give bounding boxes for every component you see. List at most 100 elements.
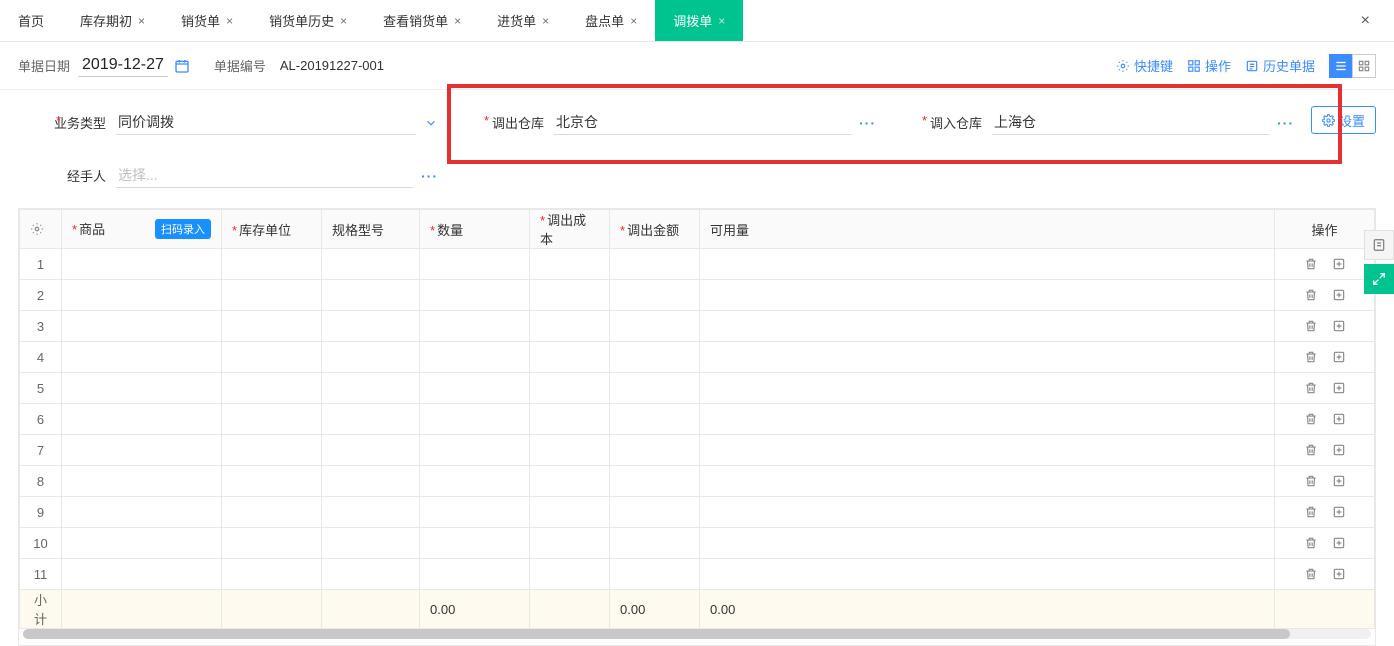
table-row[interactable]: 7 [20, 435, 1375, 466]
row-number: 8 [20, 466, 62, 497]
row-number: 3 [20, 311, 62, 342]
delete-icon[interactable] [1304, 443, 1318, 457]
delete-icon[interactable] [1304, 319, 1318, 333]
scan-badge[interactable]: 扫码录入 [155, 219, 211, 239]
view-toggle [1329, 54, 1376, 78]
close-icon[interactable]: × [340, 14, 347, 28]
gear-header[interactable] [20, 210, 62, 249]
add-icon[interactable] [1332, 474, 1346, 488]
out-warehouse-label: 调出仓库 [456, 113, 554, 132]
tab-label: 进货单 [497, 11, 536, 30]
delete-icon[interactable] [1304, 567, 1318, 581]
biz-type-row: 业务类型 [18, 110, 438, 135]
close-icon[interactable]: × [138, 14, 145, 28]
delete-icon[interactable] [1304, 505, 1318, 519]
operate-link[interactable]: 操作 [1187, 56, 1231, 75]
horizontal-scrollbar[interactable] [23, 629, 1371, 639]
tab-label: 库存期初 [80, 11, 132, 30]
delete-icon[interactable] [1304, 381, 1318, 395]
row-number: 1 [20, 249, 62, 280]
table-row[interactable]: 10 [20, 528, 1375, 559]
doc-no-value: AL-20191227-001 [280, 58, 384, 73]
row-number: 4 [20, 342, 62, 373]
view-list-button[interactable] [1329, 54, 1353, 78]
close-icon[interactable]: × [542, 14, 549, 28]
chevron-down-icon[interactable] [424, 116, 438, 130]
close-icon[interactable]: × [454, 14, 461, 28]
subtotal-row: 小计0.000.000.00 [20, 590, 1375, 629]
more-icon[interactable]: ··· [859, 115, 876, 131]
tab-0[interactable]: 首页 [0, 0, 62, 41]
in-warehouse-row: 调入仓库 ··· [894, 110, 1294, 135]
col-operate: 操作 [1275, 210, 1375, 249]
document-header: 单据日期 2019-12-27 单据编号 AL-20191227-001 快捷键… [0, 42, 1394, 90]
col-unit: *库存单位 [222, 210, 322, 249]
tab-label: 盘点单 [585, 11, 624, 30]
col-cost: *调出成本 [530, 210, 610, 249]
close-all-icon[interactable]: × [1347, 12, 1384, 30]
view-grid-button[interactable] [1352, 54, 1376, 78]
tab-bar: 首页库存期初×销货单×销货单历史×查看销货单×进货单×盘点单×调拨单×× [0, 0, 1394, 42]
table-row[interactable]: 2 [20, 280, 1375, 311]
row-number: 7 [20, 435, 62, 466]
history-link[interactable]: 历史单据 [1245, 56, 1315, 75]
in-warehouse-input[interactable] [992, 110, 1269, 135]
row-number: 5 [20, 373, 62, 404]
tab-4[interactable]: 查看销货单× [365, 0, 479, 41]
table-row[interactable]: 9 [20, 497, 1375, 528]
delete-icon[interactable] [1304, 474, 1318, 488]
table-row[interactable]: 1 [20, 249, 1375, 280]
add-icon[interactable] [1332, 350, 1346, 364]
more-icon[interactable]: ··· [421, 168, 438, 184]
in-warehouse-label: 调入仓库 [894, 113, 992, 132]
table-row[interactable]: 3 [20, 311, 1375, 342]
close-icon[interactable]: × [226, 14, 233, 28]
more-icon[interactable]: ··· [1277, 115, 1294, 131]
calendar-icon[interactable] [174, 58, 190, 74]
setting-button[interactable]: 设置 [1311, 106, 1376, 134]
out-warehouse-input[interactable] [554, 110, 851, 135]
add-icon[interactable] [1332, 567, 1346, 581]
subtotal-qty: 0.00 [420, 590, 530, 629]
col-qty: *数量 [420, 210, 530, 249]
tab-7[interactable]: 调拨单× [655, 0, 743, 41]
close-icon[interactable]: × [718, 14, 725, 28]
tab-2[interactable]: 销货单× [163, 0, 251, 41]
doc-no-label: 单据编号 [214, 56, 266, 75]
delete-icon[interactable] [1304, 257, 1318, 271]
handler-input[interactable] [116, 163, 413, 188]
tab-5[interactable]: 进货单 × [479, 0, 567, 41]
add-icon[interactable] [1332, 536, 1346, 550]
delete-icon[interactable] [1304, 288, 1318, 302]
delete-icon[interactable] [1304, 350, 1318, 364]
date-value[interactable]: 2019-12-27 [78, 54, 168, 77]
add-icon[interactable] [1332, 443, 1346, 457]
close-icon[interactable]: × [630, 14, 637, 28]
expand-button[interactable] [1364, 264, 1394, 294]
tab-1[interactable]: 库存期初 × [62, 0, 163, 41]
table-row[interactable]: 6 [20, 404, 1375, 435]
biz-type-label: 业务类型 [18, 113, 116, 132]
delete-icon[interactable] [1304, 412, 1318, 426]
row-number: 6 [20, 404, 62, 435]
out-warehouse-row: 调出仓库 ··· [456, 110, 876, 135]
tab-6[interactable]: 盘点单 × [567, 0, 655, 41]
add-icon[interactable] [1332, 381, 1346, 395]
biz-type-input[interactable] [116, 110, 416, 135]
table-row[interactable]: 8 [20, 466, 1375, 497]
subtotal-amount: 0.00 [610, 590, 700, 629]
tab-3[interactable]: 销货单历史× [251, 0, 365, 41]
table-row[interactable]: 11 [20, 559, 1375, 590]
shortcut-link[interactable]: 快捷键 [1116, 56, 1173, 75]
handler-label: 经手人 [18, 166, 116, 185]
table-row[interactable]: 5 [20, 373, 1375, 404]
add-icon[interactable] [1332, 319, 1346, 333]
floating-tools [1364, 230, 1394, 298]
add-icon[interactable] [1332, 288, 1346, 302]
add-icon[interactable] [1332, 412, 1346, 426]
delete-icon[interactable] [1304, 536, 1318, 550]
add-icon[interactable] [1332, 505, 1346, 519]
add-icon[interactable] [1332, 257, 1346, 271]
note-button[interactable] [1364, 230, 1394, 260]
table-row[interactable]: 4 [20, 342, 1375, 373]
